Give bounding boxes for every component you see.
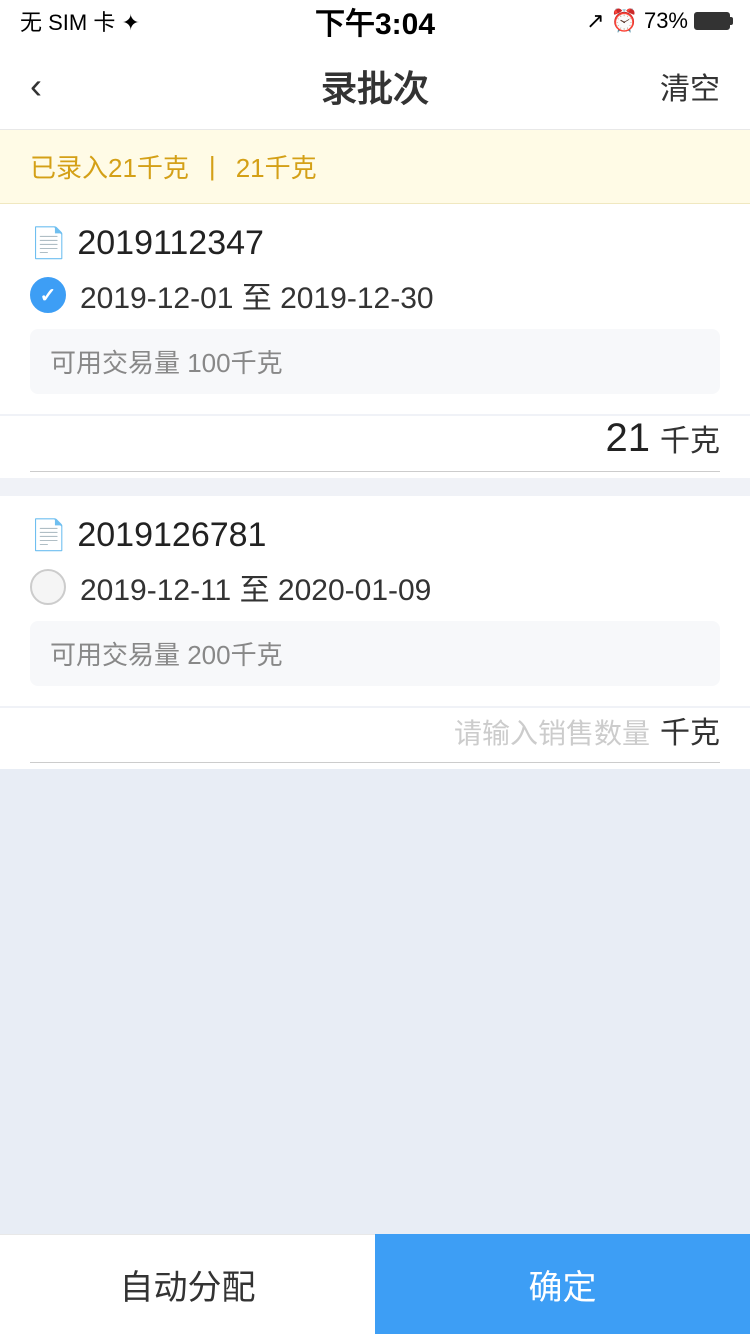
alarm-icon: ⏰ xyxy=(611,8,638,34)
batch-2-qty-inner: 请输入销售数量 千克 xyxy=(30,708,720,763)
batch-1-qty-wrapper: 21 千克 xyxy=(0,416,750,478)
batch-1-radio[interactable] xyxy=(30,277,66,313)
batch-1-icon: 📄 xyxy=(30,226,67,261)
summary-divider: | xyxy=(209,151,216,182)
status-left: 无 SIM 卡 ✦ xyxy=(20,5,140,37)
summary-recorded-label: 已录入21千克 xyxy=(30,148,189,185)
clear-button[interactable]: 清空 xyxy=(660,64,720,108)
page-title: 录批次 xyxy=(321,60,429,112)
batch-1-id: 2019112347 xyxy=(77,224,264,263)
batch-2-qty-wrapper: 请输入销售数量 千克 xyxy=(0,708,750,769)
batch-2-quantity-placeholder[interactable]: 请输入销售数量 xyxy=(454,712,650,752)
status-right: ↗ ⏰ 73% xyxy=(586,8,730,34)
batch-2-radio[interactable] xyxy=(30,569,66,605)
batch-2-avail-box: 可用交易量 200千克 xyxy=(30,621,720,686)
batch-1-qty-inner: 21 千克 xyxy=(30,416,720,472)
summary-banner: 已录入21千克 | 21千克 xyxy=(0,130,750,204)
auto-distribute-button[interactable]: 自动分配 xyxy=(0,1234,375,1334)
batch-card-1: 📄 2019112347 2019-12-01 至 2019-12-30 可用交… xyxy=(0,204,750,414)
sim-label: 无 SIM 卡 ✦ xyxy=(20,5,140,37)
status-time: 下午3:04 xyxy=(315,0,435,43)
batch-2-avail-text: 可用交易量 200千克 xyxy=(50,640,283,670)
battery-icon xyxy=(694,12,730,30)
batch-2-id: 2019126781 xyxy=(77,516,266,555)
empty-area xyxy=(0,769,750,1289)
batch-1-quantity-value[interactable]: 21 xyxy=(590,416,650,461)
battery-percent: 73% xyxy=(644,8,688,34)
location-icon: ↗ xyxy=(586,8,604,34)
bottom-buttons: 自动分配 确定 xyxy=(0,1234,750,1334)
batch-2-unit: 千克 xyxy=(660,708,720,752)
batch-2-icon: 📄 xyxy=(30,518,67,553)
batch-2-date-row: 2019-12-11 至 2020-01-09 xyxy=(30,565,720,609)
summary-value: 21千克 xyxy=(236,148,317,185)
batch-card-2: 📄 2019126781 2019-12-11 至 2020-01-09 可用交… xyxy=(0,496,750,706)
section-gap-1 xyxy=(0,478,750,496)
batch-1-avail-box: 可用交易量 100千克 xyxy=(30,329,720,394)
nav-bar: ‹ 录批次 清空 xyxy=(0,42,750,130)
status-bar: 无 SIM 卡 ✦ 下午3:04 ↗ ⏰ 73% xyxy=(0,0,750,42)
batch-2-header: 📄 2019126781 xyxy=(30,516,720,555)
batch-1-date-row: 2019-12-01 至 2019-12-30 xyxy=(30,273,720,317)
batch-2-date: 2019-12-11 至 2020-01-09 xyxy=(80,565,431,609)
confirm-button[interactable]: 确定 xyxy=(375,1234,750,1334)
batch-1-date: 2019-12-01 至 2019-12-30 xyxy=(80,273,434,317)
batch-1-header: 📄 2019112347 xyxy=(30,224,720,263)
batch-1-unit: 千克 xyxy=(660,416,720,460)
back-button[interactable]: ‹ xyxy=(30,65,42,107)
batch-1-avail-text: 可用交易量 100千克 xyxy=(50,348,283,378)
